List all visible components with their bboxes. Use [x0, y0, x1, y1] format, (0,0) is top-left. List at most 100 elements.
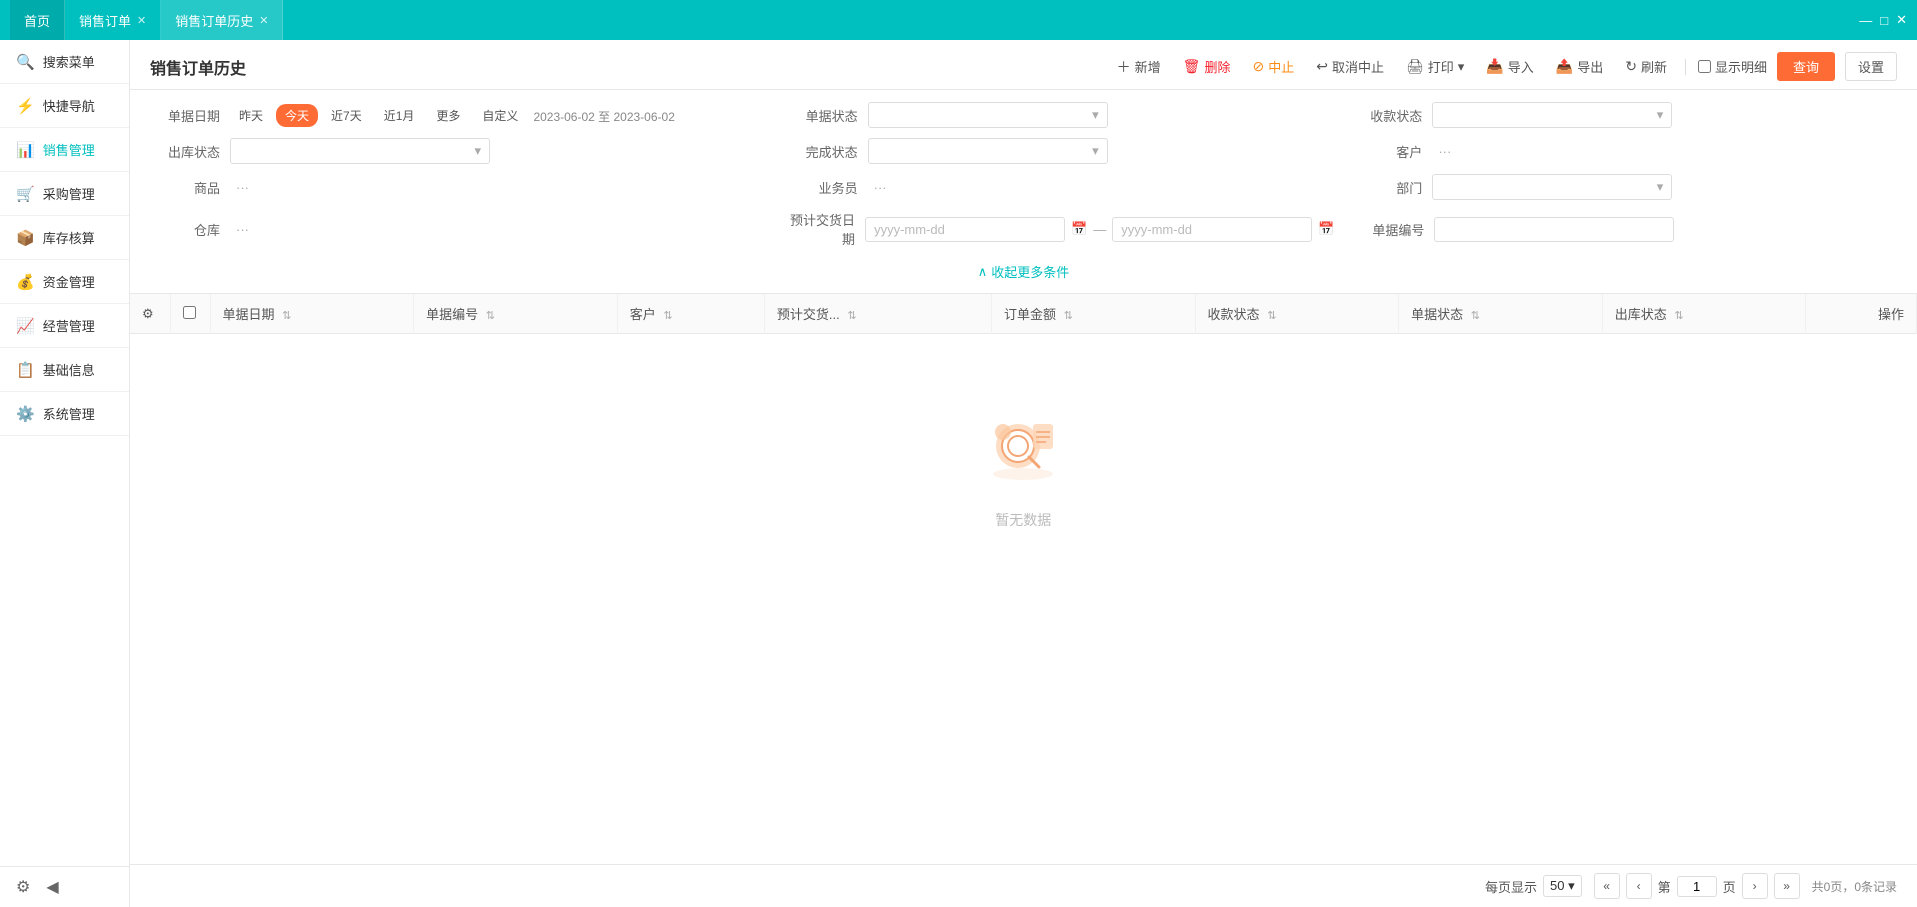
sidebar-item-system[interactable]: ⚙️ 系统管理 — [0, 392, 129, 436]
page-size-box[interactable]: 50 ▾ — [1543, 875, 1582, 897]
sidebar-item-inventory[interactable]: 📦 库存核算 — [0, 216, 129, 260]
th-no-sort-icon[interactable]: ⇅ — [486, 310, 495, 322]
th-checkbox[interactable] — [170, 294, 210, 334]
payment-status-chevron: ▾ — [1657, 107, 1664, 123]
export-button[interactable]: 📤 导出 — [1550, 53, 1609, 80]
print-icon: 🖨 — [1406, 58, 1424, 75]
sidebar-collapse-icon[interactable]: ◀ — [46, 877, 58, 897]
customer-picker[interactable]: ··· — [1432, 144, 1457, 159]
table-container: ⚙ 单据日期 ⇅ 单据编号 ⇅ — [130, 294, 1917, 864]
sidebar-item-purchase-mgmt[interactable]: 🛒 采购管理 — [0, 172, 129, 216]
window-maximize[interactable]: □ — [1880, 13, 1888, 28]
empty-illustration — [973, 394, 1073, 494]
date-btn-3days[interactable]: 今天 — [276, 104, 318, 127]
date-range-display: 2023-06-02 至 2023-06-02 — [533, 108, 674, 125]
sidebar-item-sales-mgmt[interactable]: 📊 销售管理 — [0, 128, 129, 172]
bill-no-input[interactable] — [1434, 217, 1674, 242]
query-button[interactable]: 查询 — [1777, 52, 1835, 81]
th-settings[interactable]: ⚙ — [130, 294, 170, 334]
bill-status-select[interactable]: ▾ — [868, 102, 1108, 128]
first-page-btn[interactable]: « — [1594, 873, 1620, 899]
sidebar-item-quick-nav-label: 快捷导航 — [43, 96, 95, 115]
th-delivery-sort-icon[interactable]: ⇅ — [847, 310, 856, 322]
prev-page-btn[interactable]: ‹ — [1626, 873, 1652, 899]
tab-sales-order-history-close[interactable]: ✕ — [259, 14, 268, 27]
delivery-date-end[interactable] — [1112, 217, 1312, 242]
cancel-stop-icon: ↩ — [1316, 58, 1328, 75]
date-btn-more[interactable]: 更多 — [427, 104, 469, 127]
delivery-date-start[interactable] — [865, 217, 1065, 242]
date-btn-yesterday[interactable]: 昨天 — [230, 104, 272, 127]
tab-sales-order-history[interactable]: 销售订单历史 ✕ — [161, 0, 283, 40]
payment-status-select[interactable]: ▾ — [1432, 102, 1672, 128]
tab-sales-order[interactable]: 销售订单 ✕ — [65, 0, 161, 40]
tab-sales-order-history-label: 销售订单历史 — [175, 11, 253, 30]
calendar-icon-start[interactable]: 📅 — [1071, 221, 1087, 237]
sidebar-item-operations[interactable]: 📈 经营管理 — [0, 304, 129, 348]
last-page-btn[interactable]: » — [1774, 873, 1800, 899]
pagination: « ‹ 第 页 › » — [1594, 873, 1800, 899]
th-no: 单据编号 ⇅ — [414, 294, 618, 334]
sidebar-item-system-label: 系统管理 — [43, 404, 95, 423]
page-title: 销售订单历史 — [150, 55, 246, 79]
basic-info-icon: 📋 — [16, 361, 35, 379]
display-toggle[interactable]: 显示明细 — [1698, 57, 1767, 76]
complete-status-select[interactable]: ▾ — [868, 138, 1108, 164]
th-outbound-status-sort-icon[interactable]: ⇅ — [1674, 310, 1683, 322]
sidebar-settings-icon[interactable]: ⚙ — [16, 877, 30, 897]
th-operation-label: 操作 — [1878, 307, 1904, 322]
customer-label: 客户 — [1352, 142, 1432, 161]
stop-button[interactable]: ⊘ 中止 — [1246, 53, 1300, 80]
tab-home[interactable]: 首页 — [10, 0, 65, 40]
calendar-icon-end[interactable]: 📅 — [1318, 221, 1334, 237]
date-btn-1month[interactable]: 近1月 — [375, 104, 424, 127]
cancel-stop-button[interactable]: ↩ 取消中止 — [1310, 53, 1390, 80]
outbound-status-select[interactable]: ▾ — [230, 138, 490, 164]
delete-icon: 🗑 — [1183, 58, 1201, 75]
next-page-btn[interactable]: › — [1742, 873, 1768, 899]
th-customer-sort-icon[interactable]: ⇅ — [663, 310, 672, 322]
collapse-row[interactable]: ∧ 收起更多条件 — [150, 258, 1897, 281]
select-all-checkbox[interactable] — [183, 306, 196, 319]
filter-row-3: 商品 ··· 业务员 ··· 部门 ▾ — [150, 174, 1897, 200]
import-label: 导入 — [1508, 57, 1534, 76]
table-settings-icon[interactable]: ⚙ — [142, 306, 154, 321]
salesperson-picker[interactable]: ··· — [868, 180, 893, 195]
add-button[interactable]: ＋ 新增 — [1111, 53, 1167, 81]
date-range-separator: — — [1093, 222, 1106, 237]
department-select[interactable]: ▾ — [1432, 174, 1672, 200]
payment-status-section: ▾ — [1432, 102, 1897, 128]
bill-status-chevron: ▾ — [1092, 107, 1099, 123]
salesperson-section: ··· — [868, 180, 1333, 195]
refresh-button[interactable]: ↻ 刷新 — [1619, 53, 1673, 80]
date-btn-7days[interactable]: 近7天 — [322, 104, 371, 127]
th-date-sort-icon[interactable]: ⇅ — [282, 310, 291, 322]
th-amount-sort-icon[interactable]: ⇅ — [1064, 310, 1073, 322]
payment-status-label: 收款状态 — [1352, 106, 1432, 125]
import-button[interactable]: 📥 导入 — [1480, 53, 1539, 80]
display-toggle-checkbox[interactable] — [1698, 60, 1711, 73]
th-bill-status-sort-icon[interactable]: ⇅ — [1471, 310, 1480, 322]
date-btn-custom[interactable]: 自定义 — [473, 104, 527, 127]
window-close[interactable]: ✕ — [1896, 12, 1907, 28]
th-payment-status-sort-icon[interactable]: ⇅ — [1267, 310, 1276, 322]
th-amount: 订单金额 ⇅ — [991, 294, 1195, 334]
sidebar-item-search-menu[interactable]: 🔍 搜索菜单 — [0, 40, 129, 84]
delete-button[interactable]: 🗑 删除 — [1177, 53, 1237, 80]
tab-sales-order-close[interactable]: ✕ — [137, 14, 146, 27]
department-section: ▾ — [1432, 174, 1897, 200]
window-minimize[interactable]: — — [1859, 13, 1872, 28]
top-bar-right: — □ ✕ — [1859, 12, 1907, 28]
print-button[interactable]: 🖨 打印 ▾ — [1400, 53, 1470, 80]
sidebar-item-finance[interactable]: 💰 资金管理 — [0, 260, 129, 304]
warehouse-section: ··· — [230, 222, 785, 237]
sidebar-item-basic-info[interactable]: 📋 基础信息 — [0, 348, 129, 392]
refresh-icon: ↻ — [1625, 58, 1637, 75]
sidebar-item-quick-nav[interactable]: ⚡ 快捷导航 — [0, 84, 129, 128]
product-picker[interactable]: ··· — [230, 180, 255, 195]
settings-button[interactable]: 设置 — [1845, 52, 1897, 81]
warehouse-picker[interactable]: ··· — [230, 222, 255, 237]
page-input[interactable] — [1677, 876, 1717, 897]
sidebar-item-basic-info-label: 基础信息 — [43, 360, 95, 379]
filter-row-4: 仓库 ··· 预计交货日期 📅 — 📅 单据编号 — [150, 210, 1897, 248]
